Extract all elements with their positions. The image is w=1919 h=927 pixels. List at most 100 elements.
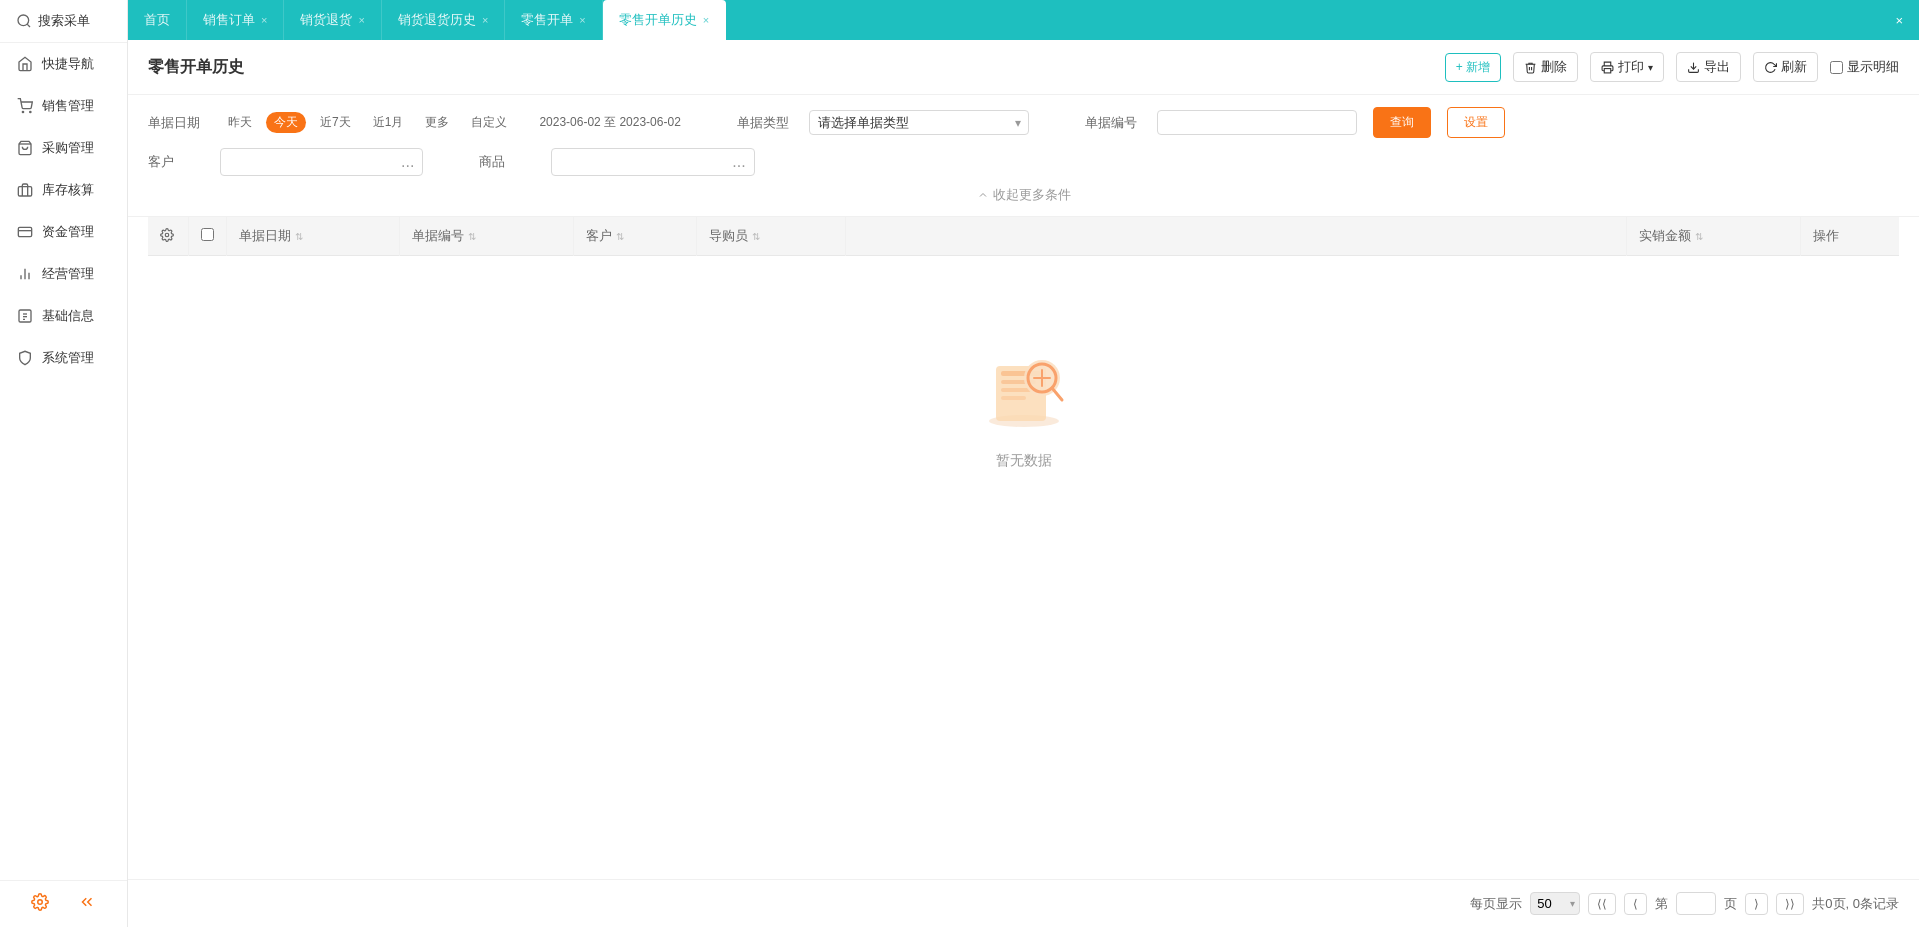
type-select-wrap: 请选择单据类型 ▾ (809, 110, 1029, 135)
toolbar: + 新增 删除 打印 ▾ 导出 刷新 (1445, 52, 1899, 82)
current-page-input[interactable]: 1 (1676, 892, 1716, 915)
system-settings-icon (16, 349, 34, 367)
filter-row-2: 客户 ... 商品 ... (148, 148, 1899, 176)
first-page-btn[interactable]: ⟨⟨ (1588, 893, 1616, 915)
collapse-button[interactable]: 收起更多条件 (977, 186, 1071, 204)
date-filter-label: 单据日期 (148, 114, 204, 132)
amount-sort-icon: ⇅ (1695, 231, 1703, 242)
close-window-btn[interactable]: × (1895, 13, 1903, 28)
date-option-custom[interactable]: 自定义 (463, 112, 515, 133)
last-page-btn[interactable]: ⟩⟩ (1776, 893, 1804, 915)
export-icon (1687, 61, 1700, 74)
tab-retail-open-history-close[interactable]: × (703, 14, 709, 26)
print-button[interactable]: 打印 ▾ (1590, 52, 1664, 82)
sidebar-item-basic-info[interactable]: 基础信息 (0, 295, 127, 337)
select-all-checkbox[interactable] (201, 228, 214, 241)
th-amount: 实销金额 ⇅ (1626, 217, 1800, 256)
doc-no-input[interactable] (1166, 115, 1348, 130)
date-options: 昨天 今天 近7天 近1月 更多 自定义 (220, 112, 515, 133)
checkbox-th (188, 217, 226, 256)
settings-th (148, 217, 188, 256)
tab-home[interactable]: 首页 (128, 0, 187, 40)
th-doc-no-sort[interactable]: 单据编号 ⇅ (412, 227, 561, 245)
sidebar-search[interactable]: 搜索采单 (0, 0, 127, 43)
print-icon (1601, 61, 1614, 74)
export-button[interactable]: 导出 (1676, 52, 1741, 82)
refresh-button[interactable]: 刷新 (1753, 52, 1818, 82)
svg-point-3 (30, 111, 31, 112)
th-customer-sort[interactable]: 客户 ⇅ (586, 227, 684, 245)
sidebar-item-sales-mgmt[interactable]: 销售管理 (0, 85, 127, 127)
product-input[interactable] (560, 155, 728, 170)
sidebar-item-quick-nav[interactable]: 快捷导航 (0, 43, 127, 85)
next-page-btn[interactable]: ⟩ (1745, 893, 1768, 915)
sidebar-item-inventory-label: 库存核算 (42, 181, 94, 199)
search-icon (16, 13, 32, 29)
customer-filter-label: 客户 (148, 153, 204, 171)
salesperson-sort-icon: ⇅ (752, 231, 760, 242)
warehouse-icon (16, 181, 34, 199)
sidebar-item-purchase-mgmt[interactable]: 采购管理 (0, 127, 127, 169)
new-button[interactable]: + 新增 (1445, 53, 1501, 82)
tab-retail-open-history[interactable]: 零售开单历史 × (603, 0, 726, 40)
customer-dots-btn[interactable]: ... (401, 153, 414, 171)
date-option-yesterday[interactable]: 昨天 (220, 112, 260, 133)
topbar: 首页 销售订单 × 销货退货 × 销货退货历史 × 零售开单 × 零售开单历史 … (128, 0, 1919, 40)
svg-point-0 (18, 15, 29, 26)
collapse-sidebar-icon[interactable] (78, 893, 96, 915)
tab-sales-return-history-close[interactable]: × (482, 14, 488, 26)
svg-point-2 (22, 111, 23, 112)
page-size-select[interactable]: 50 10 20 100 (1530, 892, 1580, 915)
prev-page-btn[interactable]: ⟨ (1624, 893, 1647, 915)
date-sort-icon: ⇅ (295, 231, 303, 242)
tab-retail-open[interactable]: 零售开单 × (505, 0, 602, 40)
pagination: 每页显示 50 10 20 100 ▾ ⟨⟨ ⟨ 第 1 页 ⟩ ⟩⟩ 共0页,… (128, 879, 1919, 927)
sidebar-item-finance-label: 资金管理 (42, 223, 94, 241)
chart-icon (16, 265, 34, 283)
date-option-today[interactable]: 今天 (266, 112, 306, 133)
table-settings-icon[interactable] (160, 228, 174, 242)
tab-retail-open-close[interactable]: × (579, 14, 585, 26)
product-dots-btn[interactable]: ... (732, 153, 745, 171)
customer-input[interactable] (229, 155, 397, 170)
tab-sales-return[interactable]: 销货退货 × (284, 0, 381, 40)
customer-input-wrap: ... (220, 148, 423, 176)
date-option-last1month[interactable]: 近1月 (365, 112, 412, 133)
tab-sales-order-close[interactable]: × (261, 14, 267, 26)
home-icon (16, 55, 34, 73)
page-total: 共0页, 0条记录 (1812, 895, 1899, 913)
th-salesperson-sort[interactable]: 导购员 ⇅ (709, 227, 832, 245)
tab-sales-return-close[interactable]: × (358, 14, 364, 26)
sidebar-search-label: 搜索采单 (38, 12, 90, 30)
topbar-right: × (1895, 13, 1919, 28)
settings-footer-icon[interactable] (31, 893, 49, 915)
sidebar-item-system[interactable]: 系统管理 (0, 337, 127, 379)
doc-no-input-wrap (1157, 110, 1357, 135)
th-amount-sort[interactable]: 实销金额 ⇅ (1639, 227, 1788, 245)
query-button[interactable]: 查询 (1373, 107, 1431, 138)
sidebar-item-operations[interactable]: 经营管理 (0, 253, 127, 295)
date-option-last7[interactable]: 近7天 (312, 112, 359, 133)
package-icon (16, 139, 34, 157)
date-option-more[interactable]: 更多 (417, 112, 457, 133)
th-date: 单据日期 ⇅ (226, 217, 400, 256)
sidebar-item-inventory[interactable]: 库存核算 (0, 169, 127, 211)
delete-button[interactable]: 删除 (1513, 52, 1578, 82)
svg-line-1 (27, 24, 30, 27)
svg-line-27 (1052, 388, 1062, 400)
sidebar-item-finance[interactable]: 资金管理 (0, 211, 127, 253)
page-size-label: 每页显示 (1470, 895, 1522, 913)
svg-rect-5 (18, 187, 31, 196)
tab-sales-return-history[interactable]: 销货退货历史 × (382, 0, 505, 40)
tab-sales-order[interactable]: 销售订单 × (187, 0, 284, 40)
svg-point-15 (38, 900, 43, 905)
th-date-sort[interactable]: 单据日期 ⇅ (239, 227, 388, 245)
customer-sort-icon: ⇅ (616, 231, 624, 242)
refresh-icon (1764, 61, 1777, 74)
sidebar-item-quick-nav-label: 快捷导航 (42, 55, 94, 73)
display-detail-checkbox[interactable] (1830, 61, 1843, 74)
empty-illustration (974, 336, 1074, 436)
doc-no-sort-icon: ⇅ (468, 231, 476, 242)
type-select[interactable]: 请选择单据类型 (809, 110, 1029, 135)
settings-button[interactable]: 设置 (1447, 107, 1505, 138)
